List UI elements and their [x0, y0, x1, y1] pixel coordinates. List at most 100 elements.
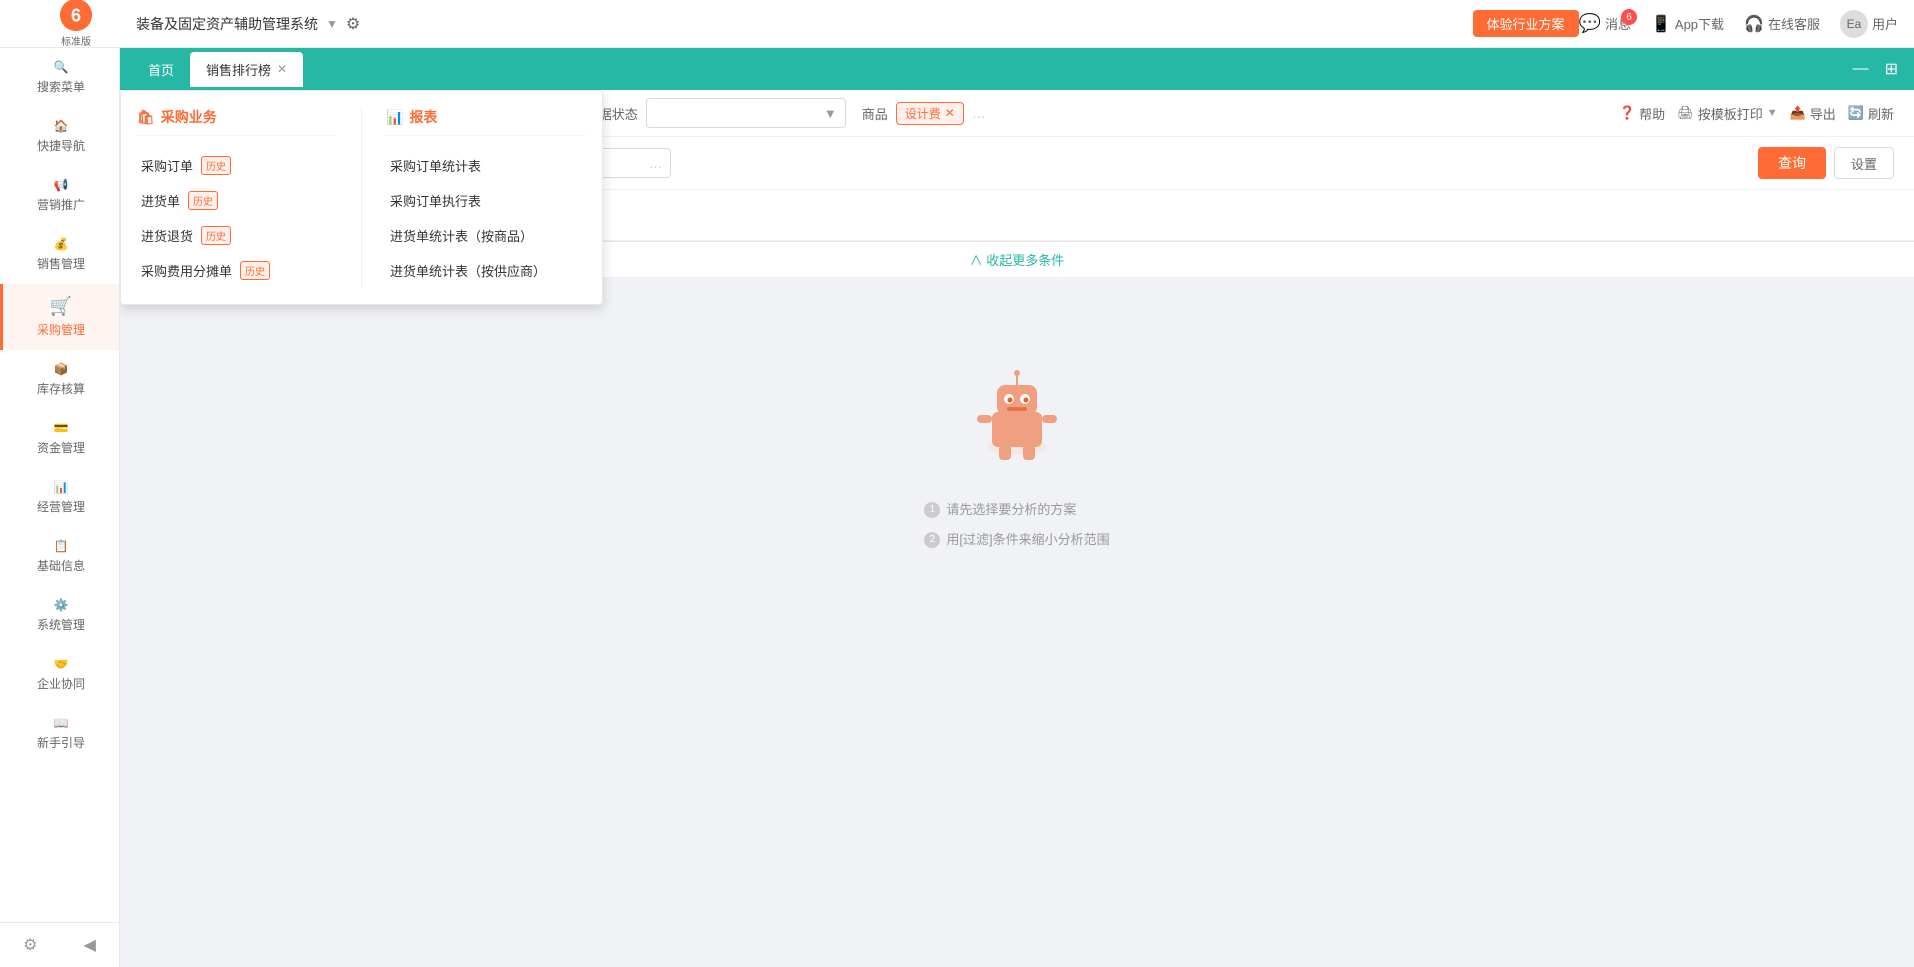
tab-close-icon[interactable]: ✕: [277, 62, 287, 76]
dropdown-item-goods-receipt[interactable]: 进货单 历史: [137, 183, 337, 218]
print-btn[interactable]: 🖨 按模板打印 ▼: [1677, 104, 1777, 123]
operations-icon: 📊: [54, 480, 69, 494]
app-download-item[interactable]: 📱 App下载: [1651, 14, 1724, 34]
goods-more-btn[interactable]: …: [972, 105, 986, 121]
page-content: 日期 至 近7天 更多 自定义 单据状态: [120, 90, 1914, 967]
voucher-status-filter: 单据状态 ▼: [586, 98, 846, 128]
sidebar-item-search[interactable]: 🔍 搜索菜单: [0, 48, 119, 107]
empty-hint-1-text: 请先选择要分析的方案: [946, 497, 1076, 523]
dropdown-item-goods-return[interactable]: 进货退货 历史: [137, 218, 337, 253]
sidebar-collapse-icon[interactable]: ◀: [84, 935, 96, 955]
header-settings-btn[interactable]: ⚙: [346, 14, 360, 34]
basic-info-icon: 📋: [54, 539, 69, 553]
sidebar-item-label: 企业协同: [37, 675, 85, 692]
message-item[interactable]: 💬 6 消息: [1579, 13, 1631, 34]
print-label: 按模板打印: [1698, 104, 1763, 123]
message-badge: 6: [1621, 9, 1637, 25]
report-col-icon: 📊: [386, 109, 403, 126]
empty-hint-2-text: 用[过滤]条件来缩小分析范围: [946, 527, 1109, 553]
tab-minimize-icon[interactable]: —: [1849, 56, 1873, 82]
dropdown-item-purchase-order-exec[interactable]: 采购订单执行表: [386, 183, 586, 218]
empty-illustration: [957, 357, 1077, 477]
sidebar-item-inventory[interactable]: 📦 库存核算: [0, 350, 119, 409]
export-btn[interactable]: 📤 导出: [1790, 104, 1836, 123]
tab-bar-right: — ⊞: [1849, 55, 1902, 83]
help-label: 帮助: [1639, 104, 1665, 123]
enterprise-icon: 🤝: [54, 657, 69, 671]
sidebar-item-operations[interactable]: 📊 经营管理: [0, 468, 119, 527]
dropdown-item-purchase-order-stats[interactable]: 采购订单统计表: [386, 148, 586, 183]
search-icon: 🔍: [54, 60, 69, 74]
sidebar-item-label: 营销推广: [37, 196, 85, 213]
sidebar-item-label: 销售管理: [37, 255, 85, 272]
sidebar-item-marketing[interactable]: 📢 营销推广: [0, 166, 119, 225]
sidebar-item-tutorial[interactable]: 📖 新手引导: [0, 704, 119, 763]
sidebar-item-system[interactable]: ⚙️ 系统管理: [0, 586, 119, 645]
finance-icon: 💳: [54, 421, 69, 435]
set-btn[interactable]: 设置: [1834, 147, 1894, 179]
dropdown-item-goods-stats-by-supplier[interactable]: 进货单统计表（按供应商）: [386, 253, 586, 288]
sidebar-item-label: 系统管理: [37, 616, 85, 633]
sidebar-item-finance[interactable]: 💳 资金管理: [0, 409, 119, 468]
dropdown-item-purchase-expense[interactable]: 采购费用分摊单 历史: [137, 253, 337, 288]
salesperson-dots[interactable]: …: [649, 156, 662, 171]
logo-subtitle: 标准版: [61, 33, 91, 48]
tutorial-icon: 📖: [54, 716, 69, 730]
purchase-expense-history-badge: 历史: [240, 261, 270, 280]
toolbar-right: ❓ 帮助 🖨 按模板打印 ▼ 📤 导出: [1619, 104, 1894, 123]
print-icon: 🖨: [1677, 105, 1694, 121]
goods-tag-close[interactable]: ✕: [945, 106, 955, 120]
voucher-status-select[interactable]: ▼: [646, 98, 846, 128]
sidebar-item-navigation[interactable]: 🏠 快捷导航: [0, 107, 119, 166]
phone-icon: 📱: [1651, 14, 1671, 34]
tab-home[interactable]: 首页: [132, 52, 190, 87]
top-header: 6 标准版 装备及固定资产辅助管理系统 ▼ ⚙ 体验行业方案 💬 6 消息 📱 …: [0, 0, 1914, 48]
sidebar-item-enterprise[interactable]: 🤝 企业协同: [0, 645, 119, 704]
tab-maximize-icon[interactable]: ⊞: [1881, 55, 1902, 83]
goods-receipt-history-badge: 历史: [188, 191, 218, 210]
tab-sales-ranking[interactable]: 销售排行榜 ✕: [190, 52, 303, 87]
goods-stats-by-product-label: 进货单统计表（按商品）: [390, 226, 533, 245]
empty-text: 1 请先选择要分析的方案 2 用[过滤]条件来缩小分析范围: [924, 497, 1109, 553]
purchase-order-stats-label: 采购订单统计表: [390, 156, 481, 175]
tab-bar: 首页 销售排行榜 ✕ — ⊞: [120, 48, 1914, 90]
goods-tag-text: 设计费: [905, 105, 941, 122]
logo-area: 6 标准版: [16, 0, 136, 48]
svg-text:6: 6: [71, 5, 81, 25]
header-system-title: 装备及固定资产辅助管理系统 ▼ ⚙: [136, 14, 1473, 34]
refresh-btn[interactable]: 🔄 刷新: [1848, 104, 1894, 123]
print-arrow[interactable]: ▼: [1767, 107, 1778, 119]
goods-return-history-badge: 历史: [201, 226, 231, 245]
user-label: 用户: [1872, 14, 1898, 33]
dropdown-item-goods-stats-by-product[interactable]: 进货单统计表（按商品）: [386, 218, 586, 253]
query-btn[interactable]: 查询: [1758, 147, 1826, 179]
help-btn[interactable]: ❓ 帮助: [1619, 104, 1665, 123]
sidebar-settings-icon[interactable]: ⚙: [23, 935, 37, 955]
sidebar-item-purchase[interactable]: 🛒 采购管理: [0, 284, 119, 350]
sidebar-item-label: 采购管理: [37, 321, 85, 338]
user-item[interactable]: Ea 用户: [1840, 10, 1898, 38]
online-service-item[interactable]: 🎧 在线客服: [1744, 14, 1820, 34]
goods-stats-by-supplier-label: 进货单统计表（按供应商）: [390, 261, 546, 280]
sidebar-item-sales[interactable]: 💰 销售管理: [0, 225, 119, 284]
export-icon: 📤: [1790, 105, 1806, 121]
system-title-text: 装备及固定资产辅助管理系统: [136, 14, 318, 34]
sales-icon: 💰: [54, 237, 69, 251]
action-buttons: 查询 设置: [1758, 147, 1894, 179]
sidebar-item-label: 库存核算: [37, 380, 85, 397]
sidebar-item-basic-info[interactable]: 📋 基础信息: [0, 527, 119, 586]
purchase-icon: 🛒: [50, 296, 72, 317]
home-icon: 🏠: [54, 119, 69, 133]
voucher-status-arrow: ▼: [824, 106, 837, 121]
industry-btn[interactable]: 体验行业方案: [1473, 10, 1579, 37]
goods-return-label: 进货退货: [141, 226, 193, 245]
export-label: 导出: [1810, 104, 1836, 123]
header-dropdown-arrow[interactable]: ▼: [326, 17, 338, 31]
marketing-icon: 📢: [54, 178, 69, 192]
collapse-arrow-icon: ∧: [970, 253, 987, 268]
main-layout: 🔍 搜索菜单 🏠 快捷导航 📢 营销推广 💰 销售管理 🛒 采购管理 📦 库存核…: [0, 48, 1914, 967]
sidebar-item-label: 快捷导航: [37, 137, 85, 154]
sidebar-item-label: 基础信息: [37, 557, 85, 574]
dropdown-item-purchase-order[interactable]: 采购订单 历史: [137, 148, 337, 183]
report-col: 📊 报表 采购订单统计表 采购订单执行表 进货单统计表（按商品） 进货单统计表（…: [386, 107, 586, 288]
